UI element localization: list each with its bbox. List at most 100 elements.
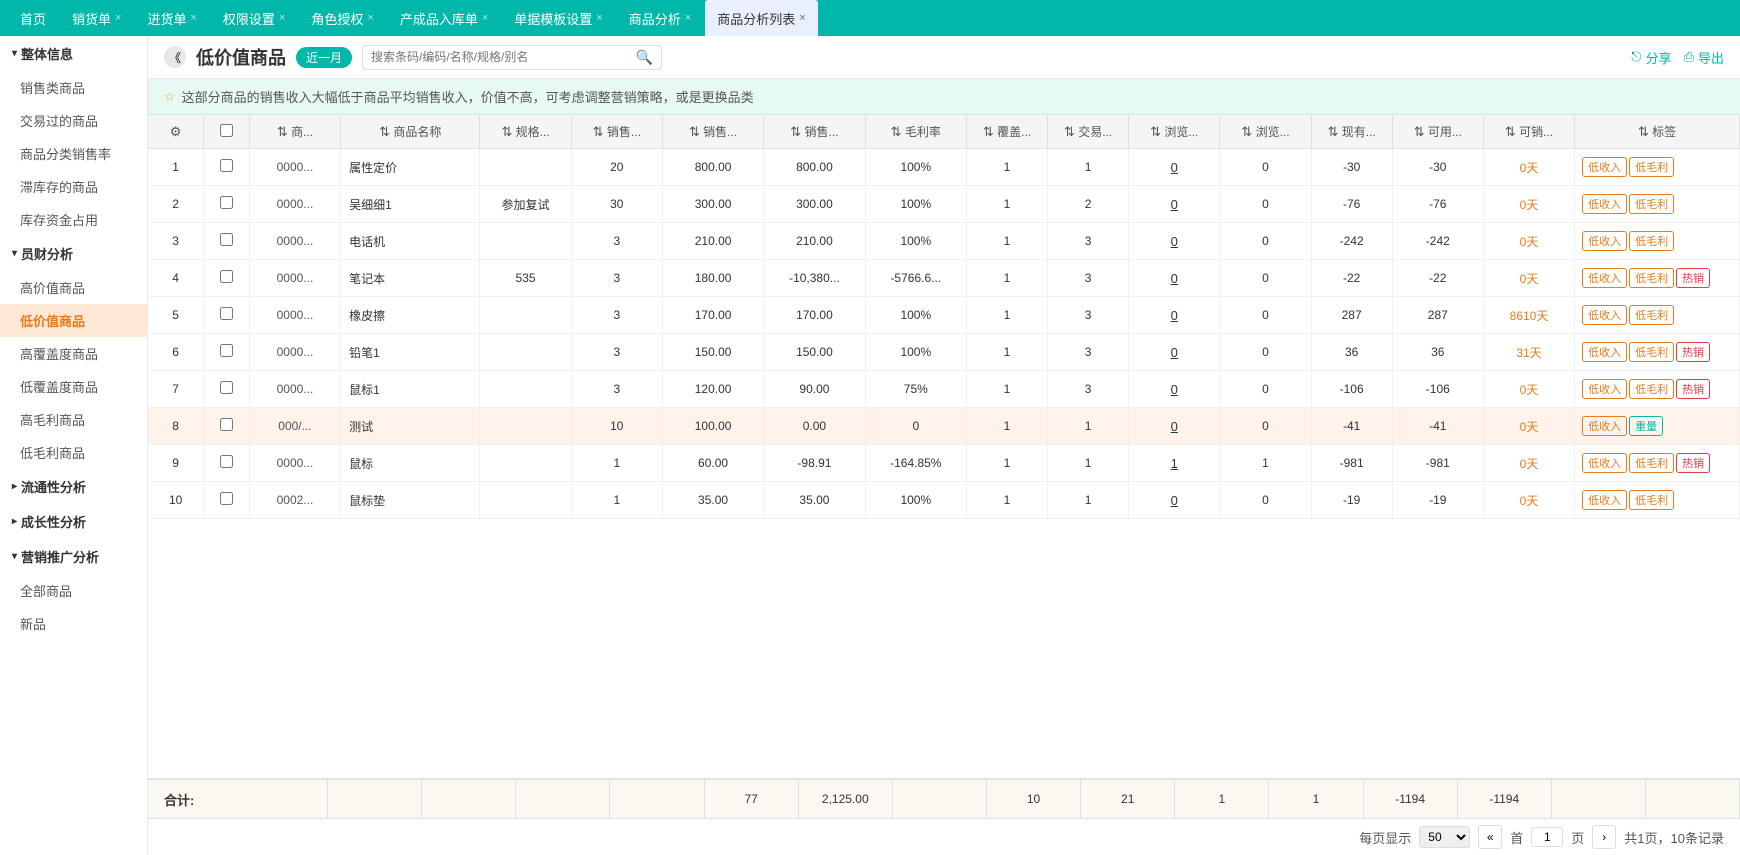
sidebar-group-employee[interactable]: ▾ 员财分析 <box>0 236 147 271</box>
sidebar-group-liquidity[interactable]: ▸ 流通性分析 <box>0 469 147 504</box>
col-header-stock3[interactable]: ⇅ 可销... <box>1483 115 1574 149</box>
col-header-trade[interactable]: ⇅ 交易... <box>1048 115 1129 149</box>
close-icon[interactable]: × <box>279 12 285 24</box>
row-checkbox[interactable] <box>220 381 233 394</box>
nav-permissions[interactable]: 权限设置 × <box>211 0 297 36</box>
date-filter-badge[interactable]: 近一月 <box>296 47 352 68</box>
export-button[interactable]: ⎙ 导出 <box>1684 48 1724 67</box>
row-checkbox[interactable] <box>220 455 233 468</box>
row-check[interactable] <box>204 408 250 445</box>
col-header-cover[interactable]: ⇅ 覆盖... <box>966 115 1047 149</box>
col-header-stock2[interactable]: ⇅ 可用... <box>1392 115 1483 149</box>
browse-link[interactable]: 1 <box>1171 456 1178 471</box>
row-browse1[interactable]: 1 <box>1129 445 1220 482</box>
browse-link[interactable]: 0 <box>1171 197 1178 212</box>
sidebar-item-sales-goods[interactable]: 销售类商品 <box>0 71 147 104</box>
sidebar-item-traded-goods[interactable]: 交易过的商品 <box>0 104 147 137</box>
row-check[interactable] <box>204 371 250 408</box>
col-header-sales3[interactable]: ⇅ 销售... <box>764 115 865 149</box>
row-check[interactable] <box>204 260 250 297</box>
row-check[interactable] <box>204 223 250 260</box>
row-checkbox[interactable] <box>220 344 233 357</box>
next-page-button[interactable]: › <box>1592 825 1616 849</box>
nav-finished-goods[interactable]: 产成品入库单 × <box>388 0 500 36</box>
row-checkbox[interactable] <box>220 196 233 209</box>
close-icon[interactable]: × <box>799 12 805 24</box>
search-icon[interactable]: 🔍 <box>636 49 653 66</box>
close-icon[interactable]: × <box>596 12 602 24</box>
browse-link[interactable]: 0 <box>1171 345 1178 360</box>
browse-link[interactable]: 0 <box>1171 382 1178 397</box>
col-header-stock1[interactable]: ⇅ 现有... <box>1311 115 1392 149</box>
row-browse1[interactable]: 0 <box>1129 334 1220 371</box>
col-header-check[interactable] <box>204 115 250 149</box>
sidebar-group-growth[interactable]: ▸ 成长性分析 <box>0 504 147 539</box>
sidebar-item-low-coverage[interactable]: 低覆盖度商品 <box>0 370 147 403</box>
row-checkbox[interactable] <box>220 159 233 172</box>
browse-link[interactable]: 0 <box>1171 419 1178 434</box>
select-all-checkbox[interactable] <box>220 124 233 137</box>
row-browse1[interactable]: 0 <box>1129 260 1220 297</box>
first-page-button[interactable]: « <box>1478 825 1502 849</box>
sidebar-item-new-goods[interactable]: 新品 <box>0 607 147 640</box>
sidebar-item-high-coverage[interactable]: 高覆盖度商品 <box>0 337 147 370</box>
row-browse1[interactable]: 0 <box>1129 408 1220 445</box>
row-check[interactable] <box>204 186 250 223</box>
nav-goods-analysis-list[interactable]: 商品分析列表 × <box>705 0 817 36</box>
col-header-sales1[interactable]: ⇅ 销售... <box>571 115 662 149</box>
row-checkbox[interactable] <box>220 270 233 283</box>
sidebar-item-low-value[interactable]: 低价值商品 <box>0 304 147 337</box>
nav-purchase-order[interactable]: 进货单 × <box>135 0 208 36</box>
col-header-settings[interactable]: ⚙ <box>148 115 204 149</box>
row-checkbox[interactable] <box>220 307 233 320</box>
row-browse1[interactable]: 0 <box>1129 371 1220 408</box>
page-number-input[interactable] <box>1531 827 1563 847</box>
nav-home[interactable]: 首页 <box>8 0 58 36</box>
row-checkbox[interactable] <box>220 418 233 431</box>
browse-link[interactable]: 0 <box>1171 308 1178 323</box>
sidebar-group-overall[interactable]: ▾ 整体信息 <box>0 36 147 71</box>
data-table-wrapper[interactable]: ⚙ ⇅ 商... ⇅ 商品名称 ⇅ 规格... <box>148 115 1740 778</box>
row-check[interactable] <box>204 297 250 334</box>
browse-link[interactable]: 0 <box>1171 234 1178 249</box>
col-header-tag[interactable]: ⇅ 标签 <box>1575 115 1740 149</box>
close-icon[interactable]: × <box>190 12 196 24</box>
col-header-gross[interactable]: ⇅ 毛利率 <box>865 115 966 149</box>
row-checkbox[interactable] <box>220 492 233 505</box>
browse-link[interactable]: 0 <box>1171 160 1178 175</box>
col-header-browse2[interactable]: ⇅ 浏览... <box>1220 115 1311 149</box>
row-browse1[interactable]: 0 <box>1129 223 1220 260</box>
nav-sales-order[interactable]: 销货单 × <box>60 0 133 36</box>
sidebar-item-high-value[interactable]: 高价值商品 <box>0 271 147 304</box>
sidebar-group-marketing[interactable]: ▾ 营销推广分析 <box>0 539 147 574</box>
page-size-select[interactable]: 50 100 200 <box>1419 826 1470 848</box>
share-button[interactable]: ⎋ 分享 <box>1631 48 1671 67</box>
row-browse1[interactable]: 0 <box>1129 149 1220 186</box>
col-header-sales2[interactable]: ⇅ 销售... <box>662 115 763 149</box>
row-check[interactable] <box>204 445 250 482</box>
col-header-code[interactable]: ⇅ 商... <box>249 115 340 149</box>
sidebar-item-category-rate[interactable]: 商品分类销售率 <box>0 137 147 170</box>
browse-link[interactable]: 0 <box>1171 493 1178 508</box>
search-input[interactable] <box>371 50 630 64</box>
sidebar-item-inventory-capital[interactable]: 库存资金占用 <box>0 203 147 236</box>
nav-template-settings[interactable]: 单据模板设置 × <box>502 0 614 36</box>
nav-goods-analysis[interactable]: 商品分析 × <box>617 0 703 36</box>
sidebar-item-high-margin[interactable]: 高毛利商品 <box>0 403 147 436</box>
settings-icon[interactable]: ⚙ <box>170 124 182 139</box>
row-check[interactable] <box>204 482 250 519</box>
sidebar-item-slow-goods[interactable]: 滞库存的商品 <box>0 170 147 203</box>
row-browse1[interactable]: 0 <box>1129 186 1220 223</box>
close-icon[interactable]: × <box>367 12 373 24</box>
row-browse1[interactable]: 0 <box>1129 482 1220 519</box>
close-icon[interactable]: × <box>115 12 121 24</box>
row-browse1[interactable]: 0 <box>1129 297 1220 334</box>
row-check[interactable] <box>204 334 250 371</box>
sidebar-item-all-goods[interactable]: 全部商品 <box>0 574 147 607</box>
close-icon[interactable]: × <box>685 12 691 24</box>
col-header-name[interactable]: ⇅ 商品名称 <box>341 115 480 149</box>
col-header-spec[interactable]: ⇅ 规格... <box>480 115 571 149</box>
sidebar-item-low-margin[interactable]: 低毛利商品 <box>0 436 147 469</box>
close-icon[interactable]: × <box>482 12 488 24</box>
collapse-button[interactable]: 《 <box>164 46 186 68</box>
